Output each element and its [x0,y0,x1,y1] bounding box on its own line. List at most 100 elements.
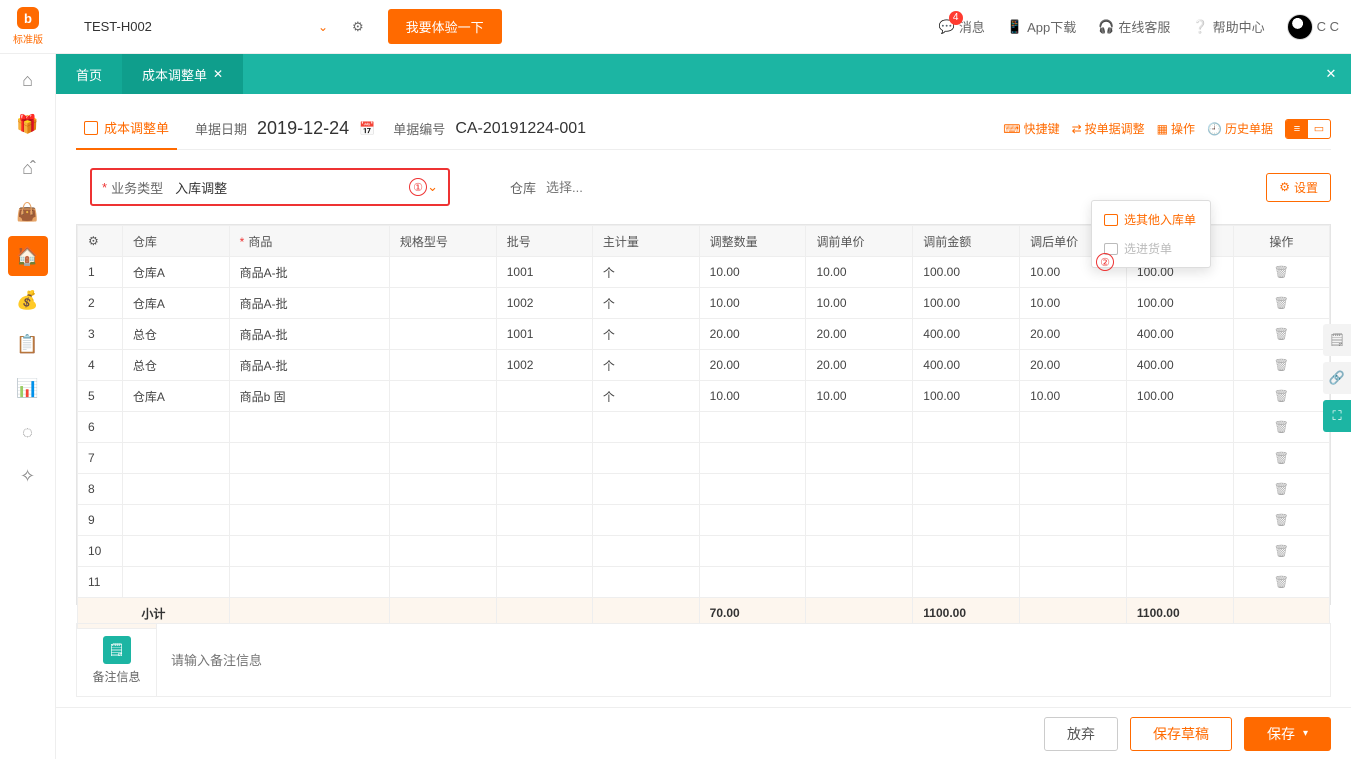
cell-qty[interactable] [699,567,806,598]
app-download-button[interactable]: 📱 App下载 [1007,17,1076,36]
cell-product[interactable] [229,567,389,598]
cell-pre-amount[interactable] [913,443,1020,474]
cell-spec[interactable] [389,319,496,350]
cell-qty[interactable]: 20.00 [699,350,806,381]
settings-button[interactable]: ⚙ 设置 [1266,173,1331,202]
table-row[interactable]: 9🗑 [78,505,1330,536]
cell-pre-price[interactable] [806,412,913,443]
cell-unit[interactable]: 个 [592,350,699,381]
cell-unit[interactable]: 个 [592,257,699,288]
tab-cost-adjust[interactable]: 成本调整单 ✕ [122,54,243,94]
table-row[interactable]: 6🗑 [78,412,1330,443]
cell-post-price[interactable] [1020,412,1127,443]
cell-post-price[interactable]: 20.00 [1020,319,1127,350]
trial-button[interactable]: 我要体验一下 [388,9,502,44]
save-draft-button[interactable]: 保存草稿 [1130,717,1232,751]
delete-icon[interactable]: 🗑 [1274,513,1289,527]
tab-home[interactable]: 首页 [56,54,122,94]
cell-spec[interactable] [389,567,496,598]
nav-gift[interactable]: 🎁 [8,104,48,144]
delete-icon[interactable]: 🗑 [1274,389,1289,403]
tool-history[interactable]: 🕘历史单据 [1207,120,1273,137]
col-qty[interactable]: 调整数量 [699,226,806,257]
cell-batch[interactable] [496,505,592,536]
side-link-button[interactable]: 🔗 [1323,362,1351,394]
cell-batch[interactable] [496,474,592,505]
cell-spec[interactable] [389,443,496,474]
table-row[interactable]: 7🗑 [78,443,1330,474]
cell-pre-price[interactable]: 20.00 [806,350,913,381]
cell-post-amount[interactable]: 400.00 [1126,319,1233,350]
cell-warehouse[interactable]: 仓库A [122,381,229,412]
tool-operate[interactable]: ▦操作 [1157,120,1195,137]
col-batch[interactable]: 批号 [496,226,592,257]
cell-batch[interactable]: 1002 [496,350,592,381]
delete-icon[interactable]: 🗑 [1274,420,1289,434]
cell-post-price[interactable]: 10.00 [1020,288,1127,319]
close-icon[interactable]: ✕ [213,67,223,81]
cell-post-price[interactable]: 20.00 [1020,350,1127,381]
cell-batch[interactable] [496,536,592,567]
remarks-input[interactable] [157,624,1330,696]
col-unit[interactable]: 主计量 [592,226,699,257]
cell-post-amount[interactable]: 400.00 [1126,350,1233,381]
nav-house[interactable]: ⌂̂ [8,148,48,188]
support-button[interactable]: 🎧 在线客服 [1098,17,1170,36]
cell-qty[interactable] [699,443,806,474]
delete-icon[interactable]: 🗑 [1274,327,1289,341]
cell-warehouse[interactable] [122,567,229,598]
cell-spec[interactable] [389,505,496,536]
cell-unit[interactable] [592,536,699,567]
cell-batch[interactable] [496,443,592,474]
col-warehouse[interactable]: 仓库 [122,226,229,257]
cell-unit[interactable]: 个 [592,381,699,412]
cell-pre-amount[interactable]: 100.00 [913,257,1020,288]
cell-product[interactable] [229,536,389,567]
cell-warehouse[interactable]: 总仓 [122,319,229,350]
cell-pre-amount[interactable]: 100.00 [913,381,1020,412]
cell-qty[interactable] [699,536,806,567]
cell-unit[interactable] [592,474,699,505]
save-button[interactable]: 保存▾ [1244,717,1331,751]
cell-unit[interactable] [592,567,699,598]
cell-post-price[interactable] [1020,474,1127,505]
org-select[interactable]: TEST-H002 ⌄ [76,11,336,43]
delete-icon[interactable]: 🗑 [1274,451,1289,465]
cell-qty[interactable] [699,412,806,443]
cell-unit[interactable]: 个 [592,288,699,319]
side-notes-button[interactable]: 🗒 [1323,324,1351,356]
cell-pre-amount[interactable] [913,567,1020,598]
cell-product[interactable]: 商品A-批 [229,319,389,350]
cell-pre-amount[interactable] [913,412,1020,443]
cell-qty[interactable] [699,505,806,536]
view-toggle[interactable]: ≡ ▭ [1285,119,1331,139]
cell-pre-amount[interactable]: 400.00 [913,350,1020,381]
cell-spec[interactable] [389,412,496,443]
cell-warehouse[interactable]: 仓库A [122,288,229,319]
biz-type-select[interactable]: * 业务类型 入库调整 ① ⌄ [90,168,450,206]
cell-post-price[interactable]: 10.00 [1020,381,1127,412]
cell-product[interactable] [229,443,389,474]
table-row[interactable]: 10🗑 [78,536,1330,567]
tool-by-bill[interactable]: ⇄按单据调整 [1072,120,1145,137]
settings-icon[interactable]: ⚙ [352,19,364,35]
delete-icon[interactable]: 🗑 [1274,265,1289,279]
doc-date-value[interactable]: 2019-12-24 [257,118,349,139]
cell-post-amount[interactable]: 100.00 [1126,381,1233,412]
cell-warehouse[interactable] [122,474,229,505]
tool-shortcut[interactable]: ⌨快捷键 [1003,120,1059,137]
cell-pre-price[interactable]: 20.00 [806,319,913,350]
cell-post-amount[interactable] [1126,505,1233,536]
nav-warehouse[interactable]: 🏠 [8,236,48,276]
cell-post-amount[interactable] [1126,536,1233,567]
cell-product[interactable] [229,505,389,536]
cell-product[interactable]: 商品A-批 [229,288,389,319]
close-all-tabs[interactable]: ✕ [1311,54,1351,94]
cell-spec[interactable] [389,257,496,288]
nav-report[interactable]: 📊 [8,368,48,408]
calendar-icon[interactable]: 📅 [359,121,375,137]
cell-post-amount[interactable]: 100.00 [1126,288,1233,319]
cell-pre-amount[interactable]: 100.00 [913,288,1020,319]
warehouse-input[interactable] [546,180,746,195]
cell-batch[interactable]: 1002 [496,288,592,319]
